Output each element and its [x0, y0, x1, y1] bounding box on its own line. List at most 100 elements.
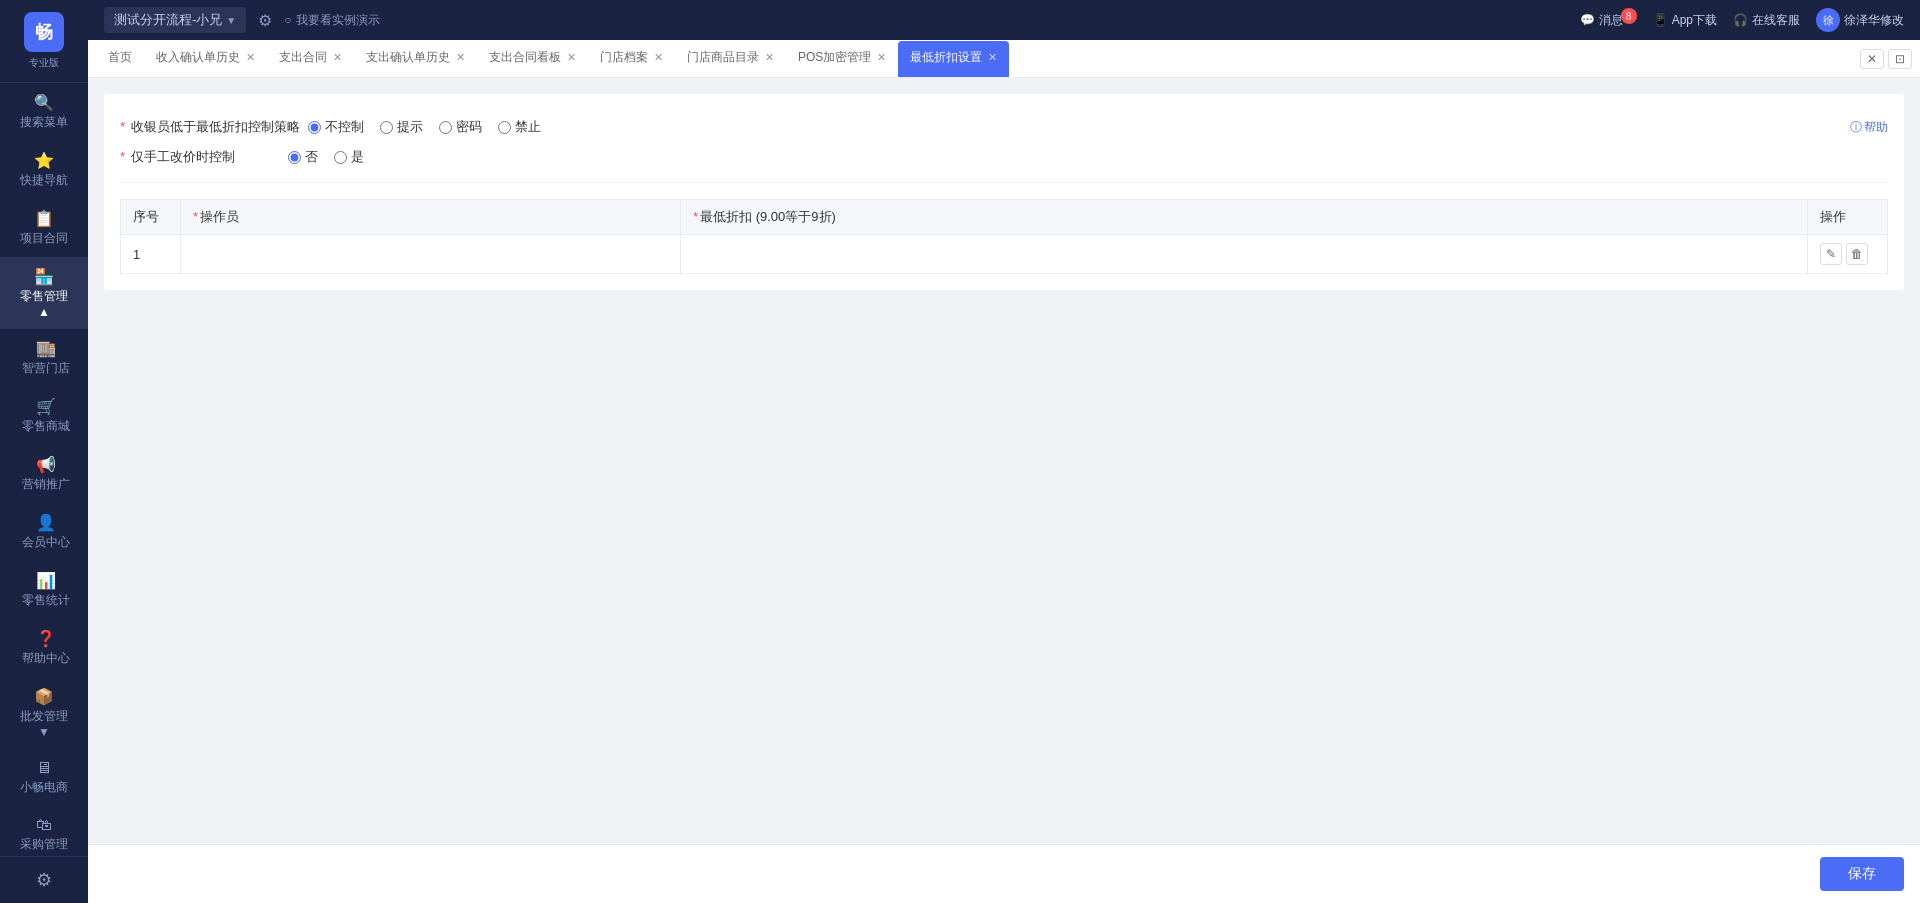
- tab-label-pos-password: POS加密管理: [798, 49, 871, 66]
- discount-table: 序号 *操作员 *最低折扣 (9.00等于9折) 操作 1: [120, 199, 1888, 274]
- nav-icon-ecommerce: 🖥: [36, 759, 52, 777]
- col-header-seq: 序号: [121, 200, 181, 235]
- nav-label-retail-stats: 零售统计: [22, 592, 70, 609]
- tab-close-store-files[interactable]: ✕: [654, 51, 663, 64]
- col-header-action: 操作: [1808, 200, 1888, 235]
- sidebar-item-search[interactable]: 🔍 搜索菜单: [0, 83, 88, 141]
- help-icon: ⓘ: [1850, 119, 1862, 136]
- nav-icon-retail-stats: 📊: [36, 571, 56, 590]
- nav-icon-retail-mgmt: 🏪: [34, 267, 54, 286]
- app-download-action[interactable]: 📱 App下载: [1653, 12, 1717, 29]
- tab-close-income-confirm[interactable]: ✕: [246, 51, 255, 64]
- save-button[interactable]: 保存: [1820, 857, 1904, 891]
- nav-arrow-wholesale-mgmt: ▼: [38, 725, 50, 739]
- topbar: 测试分开流程-小兄 ▼ ⚙ ○ 我要看实例演示 💬 消息 8 📱 App下载 🎧…: [88, 0, 1920, 40]
- field1-label-text: 收银员低于最低折扣控制策略: [131, 119, 300, 134]
- nav-label-marketing: 营销推广: [22, 476, 70, 493]
- demo-link[interactable]: ○ 我要看实例演示: [284, 12, 379, 29]
- tab-label-home: 首页: [108, 49, 132, 66]
- radio-no-control-label: 不控制: [325, 118, 364, 136]
- tab-label-store-goods: 门店商品目录: [687, 49, 759, 66]
- tabbar-actions: ✕ ⊡: [1860, 49, 1912, 69]
- sidebar-item-retail-stats[interactable]: 📊 零售统计: [0, 561, 88, 619]
- sidebar-item-retail-mall[interactable]: 🛒 零售商城: [0, 387, 88, 445]
- sidebar-item-marketing[interactable]: 📢 营销推广: [0, 445, 88, 503]
- radio-no-control[interactable]: 不控制: [308, 118, 364, 136]
- sidebar-item-project-contract[interactable]: 📋 项目合同: [0, 199, 88, 257]
- radio-no[interactable]: 否: [288, 148, 318, 166]
- tab-close-payment-confirm[interactable]: ✕: [456, 51, 465, 64]
- logo-icon: 畅: [24, 12, 64, 52]
- radio-no-label: 否: [305, 148, 318, 166]
- nav-label-smart-store: 智营门店: [22, 360, 70, 377]
- topbar-settings-button[interactable]: ⚙: [254, 7, 276, 34]
- delete-row-button[interactable]: 🗑: [1846, 243, 1868, 265]
- tab-label-payment-confirm: 支出确认单历史: [366, 49, 450, 66]
- sidebar-item-smart-store[interactable]: 🏬 智营门店: [0, 329, 88, 387]
- project-selector[interactable]: 测试分开流程-小兄 ▼: [104, 7, 246, 33]
- sidebar-item-wholesale-mgmt[interactable]: 📦 批发管理 ▼: [0, 677, 88, 749]
- message-icon: 💬: [1580, 13, 1595, 27]
- tab-label-income-confirm: 收入确认单历史: [156, 49, 240, 66]
- radio-password-label: 密码: [456, 118, 482, 136]
- field1-label: * 收银员低于最低折扣控制策略: [120, 118, 300, 136]
- tab-close-payment-board[interactable]: ✕: [567, 51, 576, 64]
- app-download-label: App下载: [1672, 12, 1717, 29]
- tab-more-button[interactable]: ⊡: [1888, 49, 1912, 69]
- tab-close-payment-contract[interactable]: ✕: [333, 51, 342, 64]
- tab-payment-board[interactable]: 支出合同看板 ✕: [477, 41, 588, 77]
- field1-radio-group: 不控制 提示 密码 禁止: [308, 118, 541, 136]
- field2-label-text: 仅手工改价时控制: [131, 149, 235, 164]
- radio-remind[interactable]: 提示: [380, 118, 423, 136]
- cell-operator: [181, 235, 681, 274]
- help-text: 帮助: [1864, 119, 1888, 136]
- radio-forbid[interactable]: 禁止: [498, 118, 541, 136]
- tab-close-min-discount[interactable]: ✕: [988, 51, 997, 64]
- message-label: 消息: [1599, 12, 1623, 29]
- radio-yes[interactable]: 是: [334, 148, 364, 166]
- tab-close-pos-password[interactable]: ✕: [877, 51, 886, 64]
- nav-icon-marketing: 📢: [36, 455, 56, 474]
- col-header-operator: *操作员: [181, 200, 681, 235]
- tab-store-goods[interactable]: 门店商品目录 ✕: [675, 41, 786, 77]
- tab-income-confirm[interactable]: 收入确认单历史 ✕: [144, 41, 267, 77]
- sidebar-item-quick-nav[interactable]: ⭐ 快捷导航: [0, 141, 88, 199]
- radio-forbid-label: 禁止: [515, 118, 541, 136]
- edit-row-button[interactable]: ✎: [1820, 243, 1842, 265]
- tab-min-discount[interactable]: 最低折扣设置 ✕: [898, 41, 1009, 77]
- tab-pos-password[interactable]: POS加密管理 ✕: [786, 41, 898, 77]
- sidebar-item-purchase-mgmt[interactable]: 🛍 采购管理: [0, 806, 88, 856]
- nav-label-wholesale-mgmt: 批发管理: [20, 708, 68, 725]
- field2-radio-group: 否 是: [288, 148, 364, 166]
- sidebar-settings-icon[interactable]: ⚙: [36, 869, 52, 891]
- tab-payment-contract[interactable]: 支出合同 ✕: [267, 41, 354, 77]
- sidebar-item-help-center[interactable]: ❓ 帮助中心: [0, 619, 88, 677]
- cell-seq: 1: [121, 235, 181, 274]
- nav-icon-smart-store: 🏬: [36, 339, 56, 358]
- help-button[interactable]: ⓘ 帮助: [1850, 119, 1888, 136]
- tab-close-all-button[interactable]: ✕: [1860, 49, 1884, 69]
- radio-password[interactable]: 密码: [439, 118, 482, 136]
- field1-required-mark: *: [120, 119, 125, 134]
- tab-home[interactable]: 首页: [96, 41, 144, 77]
- sidebar-item-member[interactable]: 👤 会员中心: [0, 503, 88, 561]
- nav-icon-wholesale-mgmt: 📦: [34, 687, 54, 706]
- tab-payment-confirm[interactable]: 支出确认单历史 ✕: [354, 41, 477, 77]
- user-info[interactable]: 徐 徐泽华修改: [1816, 8, 1904, 32]
- nav-label-help-center: 帮助中心: [22, 650, 70, 667]
- online-support-action[interactable]: 🎧 在线客服: [1733, 12, 1800, 29]
- sidebar-item-ecommerce[interactable]: 🖥 小畅电商: [0, 749, 88, 806]
- sidebar-item-retail-mgmt[interactable]: 🏪 零售管理 ▲: [0, 257, 88, 329]
- nav-label-project-contract: 项目合同: [20, 230, 68, 247]
- field2-label: * 仅手工改价时控制: [120, 148, 280, 166]
- nav-icon-search: 🔍: [34, 93, 54, 112]
- cell-action: ✎ 🗑: [1808, 235, 1888, 274]
- content-card: * 收银员低于最低折扣控制策略 不控制 提示: [104, 94, 1904, 290]
- nav-label-quick-nav: 快捷导航: [20, 172, 68, 189]
- tab-close-store-goods[interactable]: ✕: [765, 51, 774, 64]
- nav-label-retail-mgmt: 零售管理: [20, 288, 68, 305]
- message-action[interactable]: 💬 消息 8: [1580, 12, 1637, 29]
- tab-store-files[interactable]: 门店档案 ✕: [588, 41, 675, 77]
- nav-label-retail-mall: 零售商城: [22, 418, 70, 435]
- tabbar: 首页 收入确认单历史 ✕支出合同 ✕支出确认单历史 ✕支出合同看板 ✕门店档案 …: [88, 40, 1920, 78]
